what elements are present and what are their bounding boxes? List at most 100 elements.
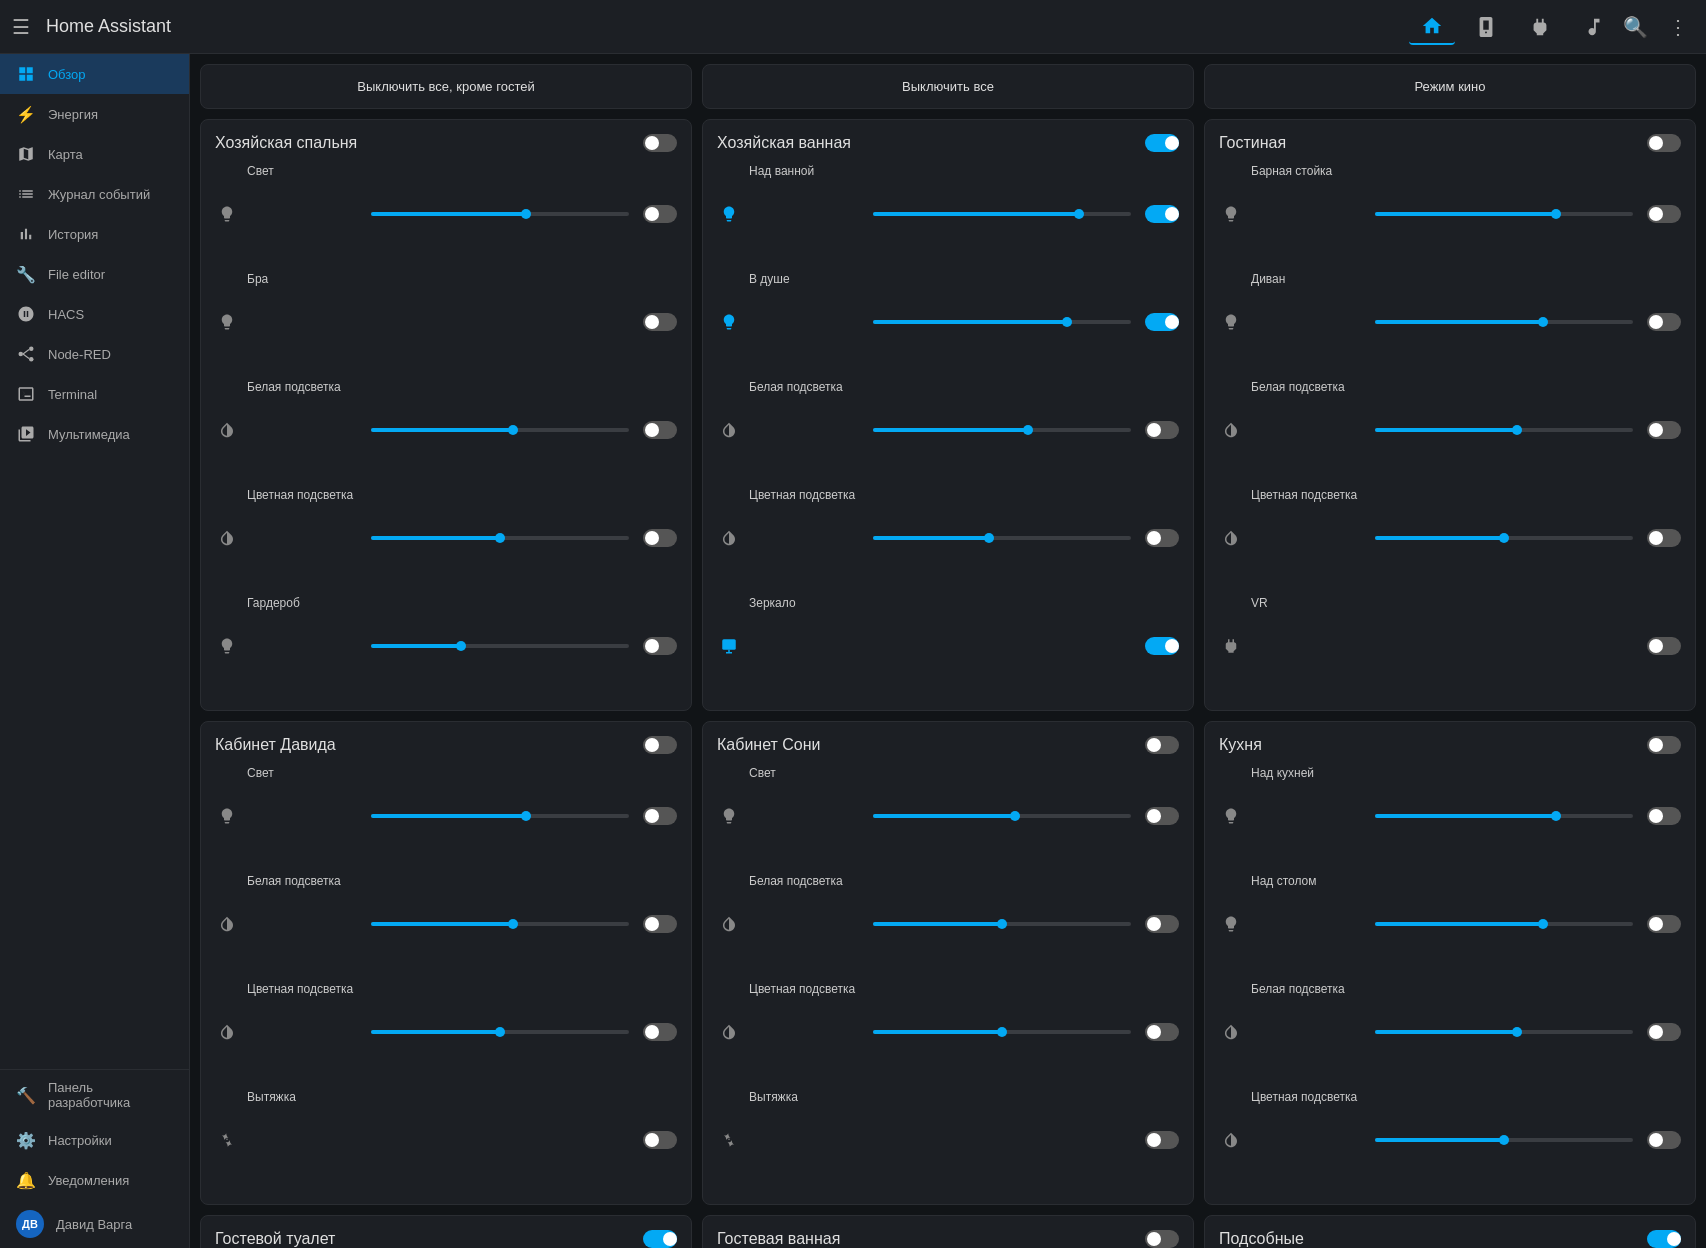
- slider-container[interactable]: [873, 1030, 1131, 1034]
- more-options-icon[interactable]: ⋮: [1662, 9, 1694, 45]
- device-toggle[interactable]: [643, 1131, 677, 1149]
- nav-rc[interactable]: [1463, 10, 1509, 44]
- room-toggle-2[interactable]: [1647, 134, 1681, 152]
- room-toggle-3[interactable]: [643, 736, 677, 754]
- room-title-8: Подсобные: [1219, 1230, 1304, 1248]
- device-toggle[interactable]: [1145, 1023, 1179, 1041]
- slider-container[interactable]: [371, 814, 629, 818]
- device-toggle[interactable]: [1647, 313, 1681, 331]
- slider-container[interactable]: [873, 536, 1131, 540]
- media-icon: [16, 424, 36, 444]
- device-toggle[interactable]: [643, 205, 677, 223]
- sidebar-item-notifications[interactable]: 🔔 Уведомления: [0, 1160, 189, 1200]
- sidebar-item-energy[interactable]: ⚡ Энергия: [0, 94, 189, 134]
- device-toggle[interactable]: [643, 637, 677, 655]
- device-toggle[interactable]: [643, 915, 677, 933]
- action-btn-1[interactable]: Выключить все: [702, 64, 1194, 109]
- device-toggle[interactable]: [1145, 529, 1179, 547]
- sidebar-item-map[interactable]: Карта: [0, 134, 189, 174]
- room-toggle-4[interactable]: [1145, 736, 1179, 754]
- room-toggle-0[interactable]: [643, 134, 677, 152]
- device-toggle[interactable]: [643, 1023, 677, 1041]
- map-icon: [16, 144, 36, 164]
- slider-container[interactable]: [1375, 212, 1633, 216]
- slider-container[interactable]: [1375, 536, 1633, 540]
- device-toggle[interactable]: [1145, 1131, 1179, 1149]
- device-toggle[interactable]: [1145, 313, 1179, 331]
- action-btn-2[interactable]: Режим кино: [1204, 64, 1696, 109]
- nav-home[interactable]: [1409, 9, 1455, 45]
- device-toggle[interactable]: [1647, 1023, 1681, 1041]
- slider-container[interactable]: [873, 212, 1131, 216]
- slider-container[interactable]: [371, 212, 629, 216]
- device-icon-bulb: [215, 634, 239, 658]
- sidebar-item-file-editor[interactable]: 🔧 File editor: [0, 254, 189, 294]
- menu-icon[interactable]: ☰: [12, 15, 30, 39]
- device-toggle[interactable]: [1145, 915, 1179, 933]
- sidebar-item-node-red[interactable]: Node-RED: [0, 334, 189, 374]
- slider-container[interactable]: [1375, 1138, 1633, 1142]
- slider-container[interactable]: [873, 922, 1131, 926]
- device-toggle[interactable]: [1647, 637, 1681, 655]
- slider-container[interactable]: [371, 922, 629, 926]
- device-toggle[interactable]: [1647, 421, 1681, 439]
- slider-container[interactable]: [1375, 814, 1633, 818]
- sidebar-item-media[interactable]: Мультимедиа: [0, 414, 189, 454]
- slider-container[interactable]: [873, 320, 1131, 324]
- room-toggle-8[interactable]: [1647, 1230, 1681, 1248]
- sidebar-item-hacs[interactable]: HACS: [0, 294, 189, 334]
- slider-container[interactable]: [1375, 1030, 1633, 1034]
- device-row: Над кухней: [1219, 766, 1681, 866]
- device-toggle[interactable]: [1647, 915, 1681, 933]
- device-name: Зеркало: [749, 596, 859, 696]
- slider-container[interactable]: [371, 1030, 629, 1034]
- sidebar-item-terminal[interactable]: Terminal: [0, 374, 189, 414]
- device-toggle[interactable]: [1145, 421, 1179, 439]
- device-icon-rgb: [717, 526, 741, 550]
- nav-music[interactable]: [1571, 10, 1617, 44]
- device-toggle[interactable]: [643, 313, 677, 331]
- device-toggle[interactable]: [1145, 637, 1179, 655]
- app-title: Home Assistant: [46, 16, 1409, 37]
- room-header-0: Хозяйская спальня: [215, 134, 677, 152]
- slider-container[interactable]: [371, 536, 629, 540]
- room-toggle-7[interactable]: [1145, 1230, 1179, 1248]
- slider-container[interactable]: [1375, 320, 1633, 324]
- room-header-1: Хозяйская ванная: [717, 134, 1179, 152]
- action-btn-0[interactable]: Выключить все, кроме гостей: [200, 64, 692, 109]
- nav-plug[interactable]: [1517, 10, 1563, 44]
- slider-container[interactable]: [371, 428, 629, 432]
- slider-container[interactable]: [1375, 428, 1633, 432]
- slider-container[interactable]: [873, 428, 1131, 432]
- sidebar-item-history[interactable]: История: [0, 214, 189, 254]
- device-toggle[interactable]: [1145, 205, 1179, 223]
- device-toggle[interactable]: [643, 421, 677, 439]
- device-toggle[interactable]: [1647, 807, 1681, 825]
- device-toggle[interactable]: [1647, 1131, 1681, 1149]
- device-name: Барная стойка: [1251, 164, 1361, 264]
- search-icon[interactable]: 🔍: [1617, 9, 1654, 45]
- sidebar-item-dev[interactable]: 🔨 Панель разработчика: [0, 1070, 189, 1120]
- device-icon-bulb: [215, 804, 239, 828]
- device-name: Белая подсветка: [247, 380, 357, 480]
- dev-icon: 🔨: [16, 1085, 36, 1105]
- device-row: Цветная подсветка: [1219, 488, 1681, 588]
- device-toggle[interactable]: [1647, 205, 1681, 223]
- device-toggle[interactable]: [643, 529, 677, 547]
- room-toggle-6[interactable]: [643, 1230, 677, 1248]
- slider-container[interactable]: [873, 814, 1131, 818]
- slider-container[interactable]: [1375, 922, 1633, 926]
- device-toggle[interactable]: [643, 807, 677, 825]
- svg-point-0: [19, 352, 24, 357]
- sidebar-item-overview[interactable]: Обзор: [0, 54, 189, 94]
- sidebar-label-file-editor: File editor: [48, 267, 105, 282]
- sidebar-item-log[interactable]: Журнал событий: [0, 174, 189, 214]
- sidebar-item-settings[interactable]: ⚙️ Настройки: [0, 1120, 189, 1160]
- room-toggle-1[interactable]: [1145, 134, 1179, 152]
- device-toggle[interactable]: [1145, 807, 1179, 825]
- device-toggle[interactable]: [1647, 529, 1681, 547]
- room-toggle-5[interactable]: [1647, 736, 1681, 754]
- slider-container[interactable]: [371, 644, 629, 648]
- device-icon-rgb: [1219, 526, 1243, 550]
- sidebar-item-user[interactable]: ДВ Давид Варга: [0, 1200, 189, 1248]
